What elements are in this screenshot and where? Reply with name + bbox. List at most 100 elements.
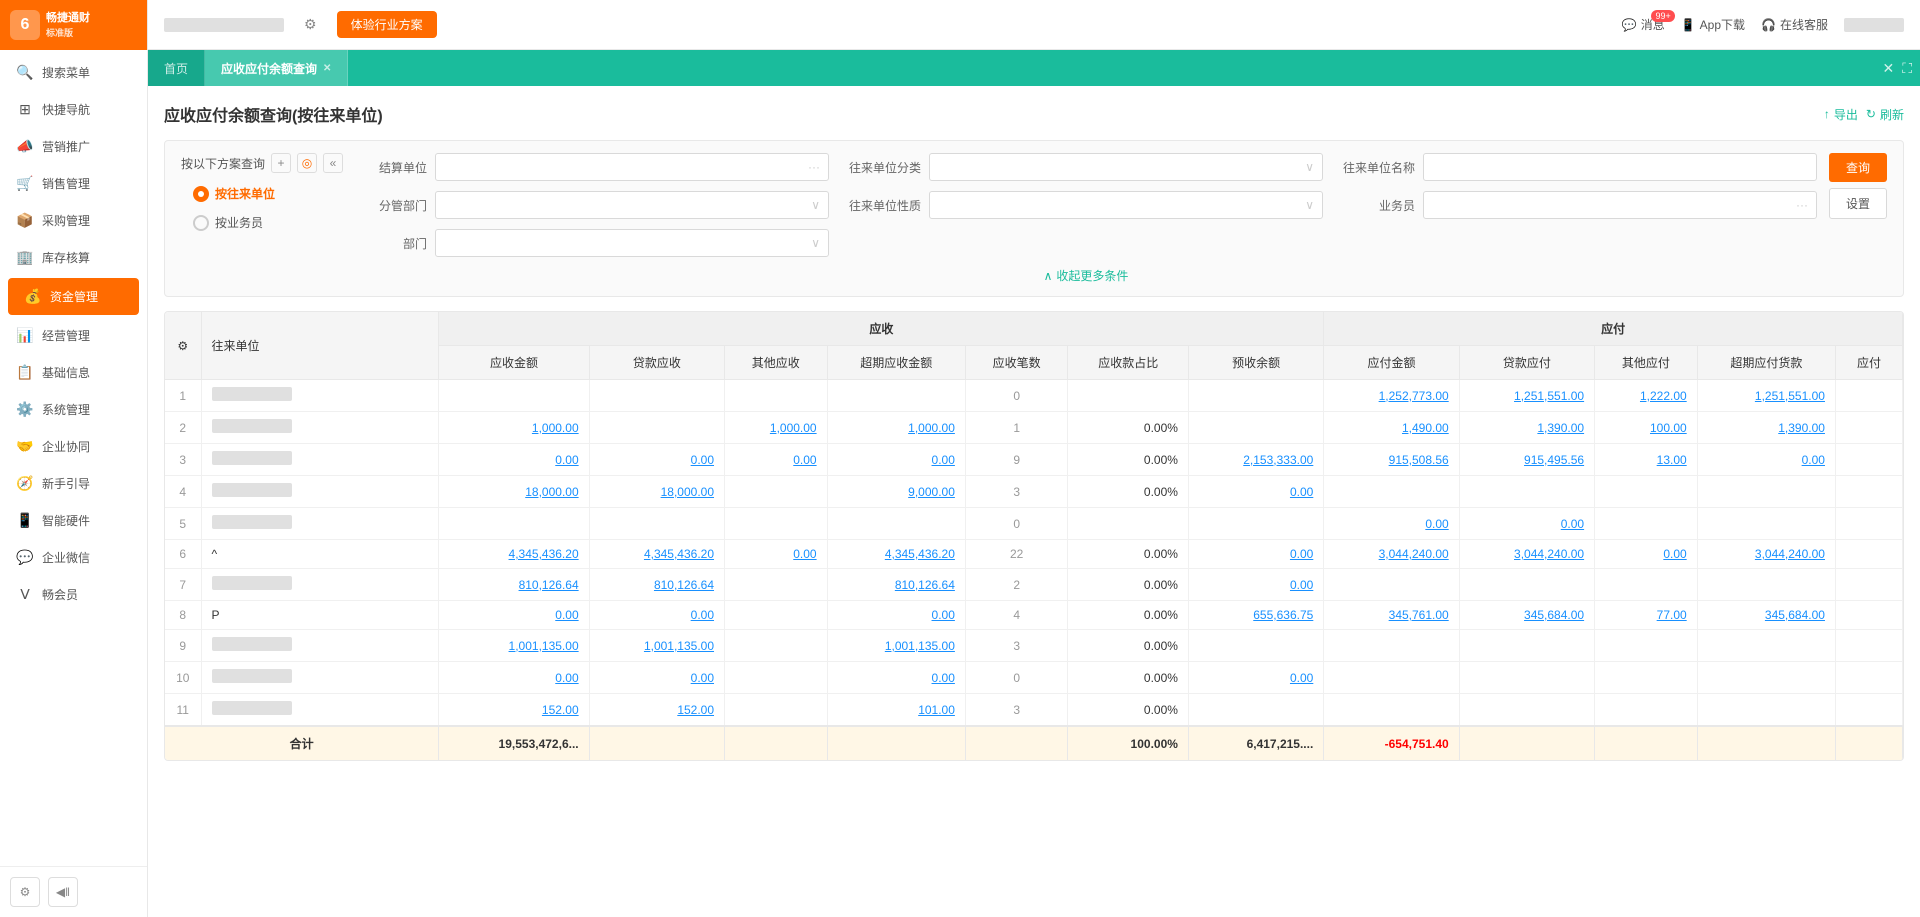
- table-cell-link[interactable]: 3,044,240.00: [1379, 547, 1449, 561]
- sidebar-item-hardware[interactable]: 📱 智能硬件: [0, 502, 147, 539]
- sidebar-item-sales[interactable]: 🛒 销售管理: [0, 165, 147, 202]
- sidebar-item-member[interactable]: Ⅴ 畅会员: [0, 576, 147, 613]
- sidebar-item-wechat[interactable]: 💬 企业微信: [0, 539, 147, 576]
- table-cell-link[interactable]: 0.00: [555, 453, 578, 467]
- table-cell-link[interactable]: 1,222.00: [1640, 389, 1687, 403]
- table-cell-link[interactable]: 345,684.00: [1765, 608, 1825, 622]
- app-download-btn[interactable]: 📱 App下载: [1681, 16, 1745, 33]
- table-cell-link[interactable]: 0.00: [555, 608, 578, 622]
- sidebar-item-inventory[interactable]: 🏢 库存核算: [0, 239, 147, 276]
- table-cell-link[interactable]: 4,345,436.20: [885, 547, 955, 561]
- table-cell-link[interactable]: 0.00: [1290, 485, 1313, 499]
- tab-close-icon[interactable]: ✕: [323, 63, 331, 74]
- filter-control-dept[interactable]: ∨: [435, 191, 829, 219]
- filter-add-button[interactable]: +: [271, 153, 291, 173]
- table-cell-link[interactable]: 0.00: [932, 453, 955, 467]
- sidebar-item-operations[interactable]: 📊 经营管理: [0, 317, 147, 354]
- table-cell-link[interactable]: 0.00: [1290, 578, 1313, 592]
- table-cell-link[interactable]: 1,490.00: [1402, 421, 1449, 435]
- table-cell-link[interactable]: 0.00: [1290, 547, 1313, 561]
- table-cell-link[interactable]: 1,000.00: [532, 421, 579, 435]
- filter-scheme-button[interactable]: ◎: [297, 153, 317, 173]
- table-cell-link[interactable]: 101.00: [918, 703, 955, 717]
- table-cell-link[interactable]: 0.00: [1290, 671, 1313, 685]
- table-cell-link[interactable]: 0.00: [691, 453, 714, 467]
- scheme-option-salesman[interactable]: 按业务员: [185, 210, 343, 235]
- filter-control-unit-nature[interactable]: ∨: [929, 191, 1323, 219]
- table-cell-link[interactable]: 0.00: [1663, 547, 1686, 561]
- table-cell-link[interactable]: 100.00: [1650, 421, 1687, 435]
- table-cell-link[interactable]: 152.00: [542, 703, 579, 717]
- sidebar-settings-btn[interactable]: ⚙: [10, 877, 40, 907]
- table-cell-link[interactable]: 1,390.00: [1778, 421, 1825, 435]
- filter-collapse-btn[interactable]: ∧ 收起更多条件: [355, 267, 1817, 284]
- messages-btn[interactable]: 💬 消息 99+: [1622, 16, 1665, 33]
- table-cell-link[interactable]: 810,126.64: [654, 578, 714, 592]
- table-cell-link[interactable]: 0.00: [932, 671, 955, 685]
- filter-control-settlement[interactable]: ···: [435, 153, 829, 181]
- table-cell-link[interactable]: 77.00: [1657, 608, 1687, 622]
- table-cell-link[interactable]: 9,000.00: [908, 485, 955, 499]
- tab-home[interactable]: 首页: [148, 50, 205, 86]
- promo-button[interactable]: 体验行业方案: [337, 11, 437, 38]
- service-btn[interactable]: 🎧 在线客服: [1761, 16, 1828, 33]
- tab-maximize-icon[interactable]: ⛶: [1902, 60, 1912, 77]
- table-cell-link[interactable]: 1,251,551.00: [1514, 389, 1584, 403]
- table-cell-link[interactable]: 0.00: [793, 547, 816, 561]
- refresh-button[interactable]: ↻ 刷新: [1866, 106, 1904, 123]
- table-cell-link[interactable]: 2,153,333.00: [1243, 453, 1313, 467]
- table-cell-link[interactable]: 0.00: [932, 608, 955, 622]
- tab-arbalance[interactable]: 应收应付余额查询 ✕: [205, 50, 348, 86]
- table-cell-link[interactable]: 915,495.56: [1524, 453, 1584, 467]
- export-button[interactable]: ↑ 导出: [1824, 106, 1858, 123]
- table-cell-link[interactable]: 0.00: [691, 608, 714, 622]
- sidebar-item-quick[interactable]: ⊞ 快捷导航: [0, 91, 147, 128]
- table-cell-link[interactable]: 810,126.64: [519, 578, 579, 592]
- table-cell-link[interactable]: 1,001,135.00: [644, 639, 714, 653]
- gear-icon[interactable]: ⚙: [304, 16, 317, 33]
- table-cell-link[interactable]: 0.00: [555, 671, 578, 685]
- filter-collapse-left-button[interactable]: «: [323, 153, 343, 173]
- table-cell-link[interactable]: 0.00: [1425, 517, 1448, 531]
- sidebar-item-system[interactable]: ⚙️ 系统管理: [0, 391, 147, 428]
- table-cell-link[interactable]: 1,000.00: [908, 421, 955, 435]
- table-cell-link[interactable]: 152.00: [677, 703, 714, 717]
- table-cell-link[interactable]: 1,001,135.00: [509, 639, 579, 653]
- table-cell-link[interactable]: 4,345,436.20: [644, 547, 714, 561]
- filter-control-salesman[interactable]: ···: [1423, 191, 1817, 219]
- query-button[interactable]: 查询: [1829, 153, 1887, 182]
- sidebar-item-guide[interactable]: 🧭 新手引导: [0, 465, 147, 502]
- table-cell-link[interactable]: 13.00: [1657, 453, 1687, 467]
- table-cell-link[interactable]: 1,390.00: [1537, 421, 1584, 435]
- table-cell-link[interactable]: 345,684.00: [1524, 608, 1584, 622]
- filter-control-sub-dept[interactable]: ∨: [435, 229, 829, 257]
- sidebar-item-corp[interactable]: 🤝 企业协同: [0, 428, 147, 465]
- table-cell-link[interactable]: 4,345,436.20: [509, 547, 579, 561]
- table-cell-link[interactable]: 1,251,551.00: [1755, 389, 1825, 403]
- table-cell-link[interactable]: 915,508.56: [1389, 453, 1449, 467]
- sidebar-item-fund[interactable]: 💰 资金管理: [8, 278, 139, 315]
- table-cell-link[interactable]: 0.00: [793, 453, 816, 467]
- sidebar-item-search[interactable]: 🔍 搜索菜单: [0, 54, 147, 91]
- table-cell-link[interactable]: 810,126.64: [895, 578, 955, 592]
- sidebar-item-marketing[interactable]: 📣 营销推广: [0, 128, 147, 165]
- table-cell-link[interactable]: 345,761.00: [1389, 608, 1449, 622]
- tab-close-window-icon[interactable]: ✕: [1882, 60, 1894, 77]
- table-cell-link[interactable]: 3,044,240.00: [1514, 547, 1584, 561]
- scheme-option-unit[interactable]: 按往来单位: [185, 181, 343, 206]
- sidebar-item-purchase[interactable]: 📦 采购管理: [0, 202, 147, 239]
- table-cell-link[interactable]: 1,000.00: [770, 421, 817, 435]
- table-cell-link[interactable]: 1,252,773.00: [1379, 389, 1449, 403]
- table-cell-link[interactable]: 0.00: [1561, 517, 1584, 531]
- table-cell-link[interactable]: 3,044,240.00: [1755, 547, 1825, 561]
- table-header-settings[interactable]: ⚙: [165, 312, 201, 380]
- sidebar-item-basic[interactable]: 📋 基础信息: [0, 354, 147, 391]
- table-cell-link[interactable]: 0.00: [691, 671, 714, 685]
- table-cell-link[interactable]: 0.00: [1802, 453, 1825, 467]
- table-cell-link[interactable]: 18,000.00: [525, 485, 578, 499]
- table-cell-link[interactable]: 655,636.75: [1253, 608, 1313, 622]
- settings-button[interactable]: 设置: [1829, 188, 1887, 219]
- table-cell-link[interactable]: 1,001,135.00: [885, 639, 955, 653]
- table-cell-link[interactable]: 18,000.00: [661, 485, 714, 499]
- filter-control-unit-type[interactable]: ∨: [929, 153, 1323, 181]
